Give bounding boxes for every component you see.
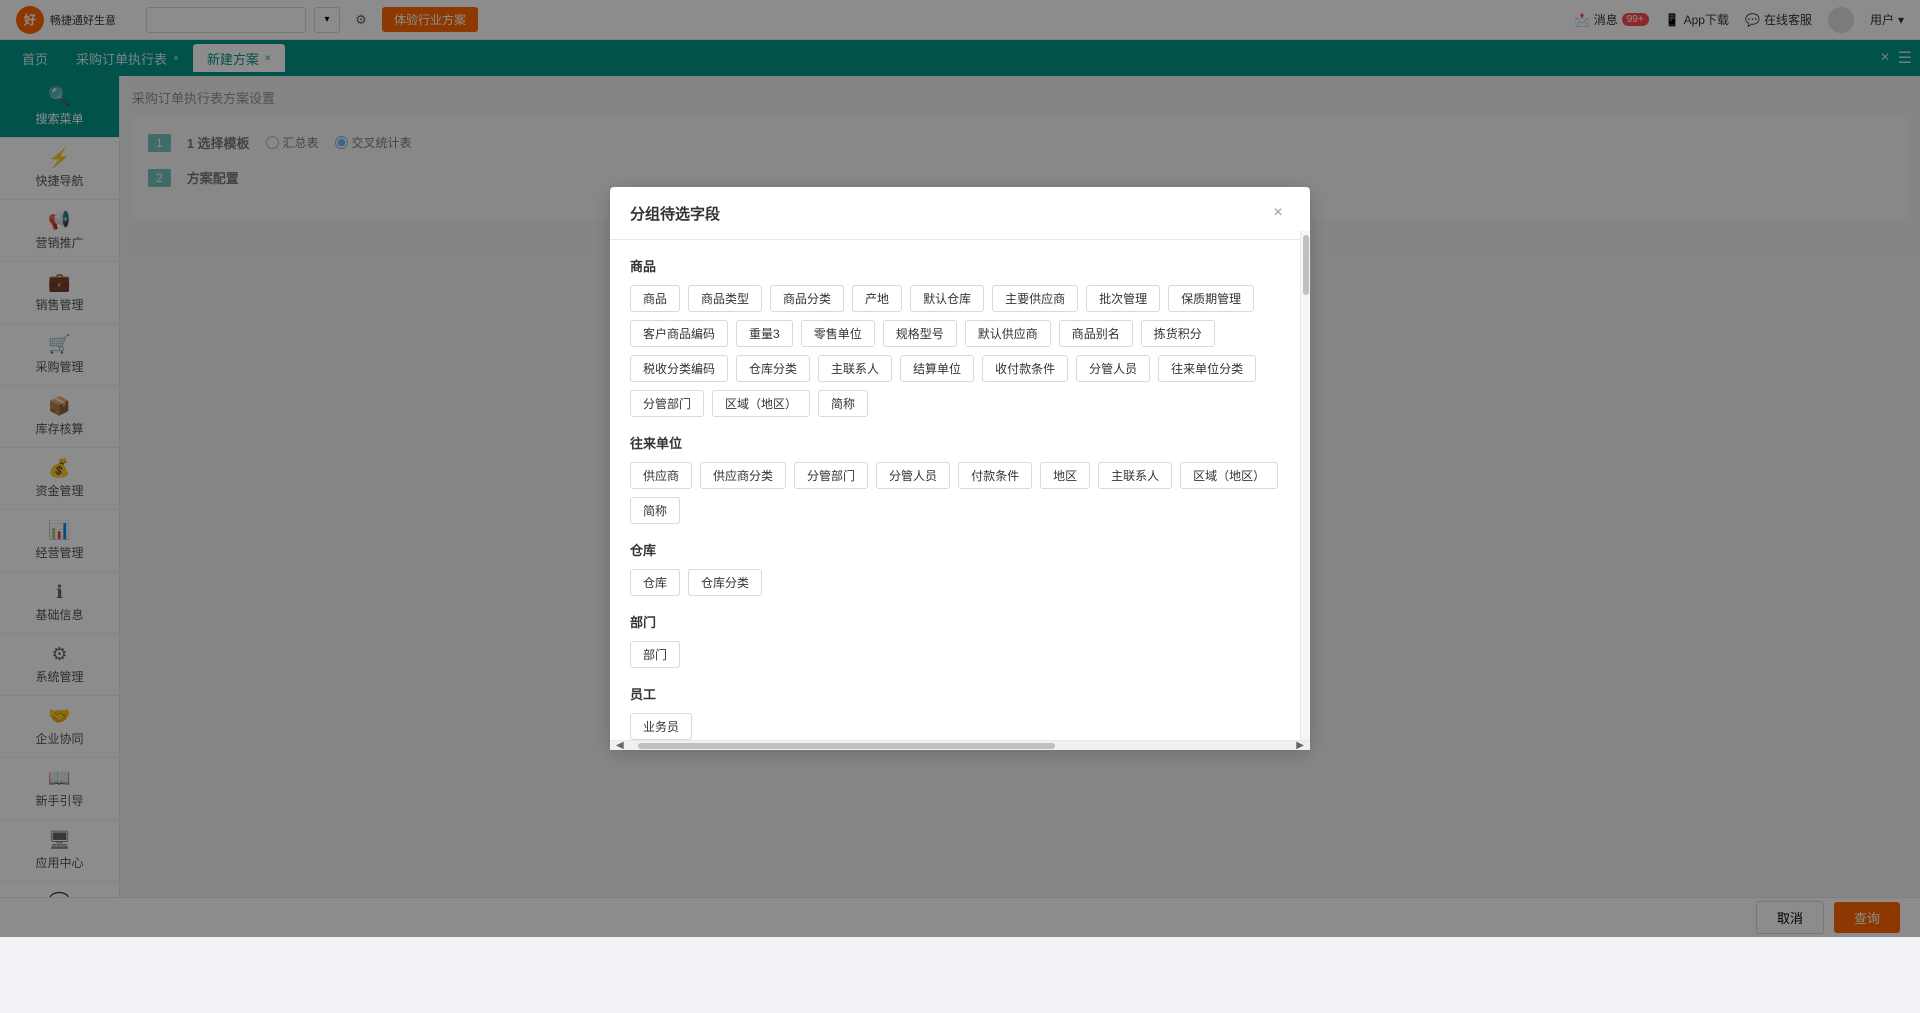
scroll-thumb-horizontal[interactable]	[638, 743, 1056, 749]
department-fields: 部门	[630, 641, 1290, 668]
field-tax-code[interactable]: 税收分类编码	[630, 355, 728, 382]
field-partner-payment[interactable]: 付款条件	[958, 462, 1032, 489]
field-settlement-unit[interactable]: 结算单位	[900, 355, 974, 382]
field-retail-unit[interactable]: 零售单位	[801, 320, 875, 347]
field-partner-dept[interactable]: 分管部门	[794, 462, 868, 489]
modal-overlay: 分组待选字段 × 商品 商品 商品类型 商品分类 产地 默认仓库 主要供应商 批…	[0, 0, 1920, 937]
field-main-contact[interactable]: 主联系人	[818, 355, 892, 382]
field-main-supplier[interactable]: 主要供应商	[992, 285, 1078, 312]
product-fields: 商品 商品类型 商品分类 产地 默认仓库 主要供应商 批次管理 保质期管理 客户…	[630, 285, 1290, 417]
field-shelf-life[interactable]: 保质期管理	[1168, 285, 1254, 312]
field-origin[interactable]: 产地	[852, 285, 902, 312]
modal-vertical-scrollbar[interactable]	[1300, 231, 1310, 740]
field-partner-contact[interactable]: 主联系人	[1098, 462, 1172, 489]
field-department[interactable]: 部门	[630, 641, 680, 668]
scroll-thumb-vertical[interactable]	[1303, 235, 1309, 295]
section-warehouse: 仓库 仓库 仓库分类	[630, 540, 1290, 596]
employee-fields: 业务员	[630, 713, 1290, 740]
warehouse-fields: 仓库 仓库分类	[630, 569, 1290, 596]
field-dept[interactable]: 分管部门	[630, 390, 704, 417]
field-partner-area[interactable]: 地区	[1040, 462, 1090, 489]
modal-title: 分组待选字段	[630, 203, 720, 224]
field-default-supplier[interactable]: 默认供应商	[965, 320, 1051, 347]
field-salesperson[interactable]: 业务员	[630, 713, 692, 740]
modal-header: 分组待选字段 ×	[610, 187, 1310, 240]
scroll-left-arrow[interactable]: ◀	[612, 740, 628, 751]
field-manager[interactable]: 分管人员	[1076, 355, 1150, 382]
field-product[interactable]: 商品	[630, 285, 680, 312]
field-supplier[interactable]: 供应商	[630, 462, 692, 489]
field-pick-points[interactable]: 拣货积分	[1141, 320, 1215, 347]
section-employee: 员工 业务员	[630, 684, 1290, 740]
field-region[interactable]: 区域（地区）	[712, 390, 810, 417]
field-supplier-category[interactable]: 供应商分类	[700, 462, 786, 489]
field-partner-category[interactable]: 往来单位分类	[1158, 355, 1256, 382]
section-department: 部门 部门	[630, 612, 1290, 668]
modal: 分组待选字段 × 商品 商品 商品类型 商品分类 产地 默认仓库 主要供应商 批…	[610, 187, 1310, 750]
field-warehouse[interactable]: 仓库	[630, 569, 680, 596]
field-spec-model[interactable]: 规格型号	[883, 320, 957, 347]
section-partner: 往来单位 供应商 供应商分类 分管部门 分管人员 付款条件 地区 主联系人 区域…	[630, 433, 1290, 524]
field-warehouse-cat[interactable]: 仓库分类	[688, 569, 762, 596]
section-warehouse-title: 仓库	[630, 540, 1290, 559]
modal-close-button[interactable]: ×	[1266, 201, 1290, 225]
field-partner-region[interactable]: 区域（地区）	[1180, 462, 1278, 489]
field-product-type[interactable]: 商品类型	[688, 285, 762, 312]
field-partner-manager[interactable]: 分管人员	[876, 462, 950, 489]
field-customer-code[interactable]: 客户商品编码	[630, 320, 728, 347]
field-default-warehouse[interactable]: 默认仓库	[910, 285, 984, 312]
field-warehouse-category[interactable]: 仓库分类	[736, 355, 810, 382]
field-product-category[interactable]: 商品分类	[770, 285, 844, 312]
field-partner-abbr[interactable]: 简称	[630, 497, 680, 524]
section-product: 商品 商品 商品类型 商品分类 产地 默认仓库 主要供应商 批次管理 保质期管理…	[630, 256, 1290, 417]
field-abbr[interactable]: 简称	[818, 390, 868, 417]
partner-fields: 供应商 供应商分类 分管部门 分管人员 付款条件 地区 主联系人 区域（地区） …	[630, 462, 1290, 524]
section-employee-title: 员工	[630, 684, 1290, 703]
field-weight3[interactable]: 重量3	[736, 320, 793, 347]
field-product-alias[interactable]: 商品别名	[1059, 320, 1133, 347]
modal-body[interactable]: 商品 商品 商品类型 商品分类 产地 默认仓库 主要供应商 批次管理 保质期管理…	[610, 240, 1310, 740]
section-partner-title: 往来单位	[630, 433, 1290, 452]
scroll-right-arrow[interactable]: ▶	[1292, 740, 1308, 751]
field-payment-terms[interactable]: 收付款条件	[982, 355, 1068, 382]
section-department-title: 部门	[630, 612, 1290, 631]
modal-horizontal-scrollbar[interactable]: ◀ ▶	[610, 740, 1310, 750]
section-product-title: 商品	[630, 256, 1290, 275]
field-batch-management[interactable]: 批次管理	[1086, 285, 1160, 312]
